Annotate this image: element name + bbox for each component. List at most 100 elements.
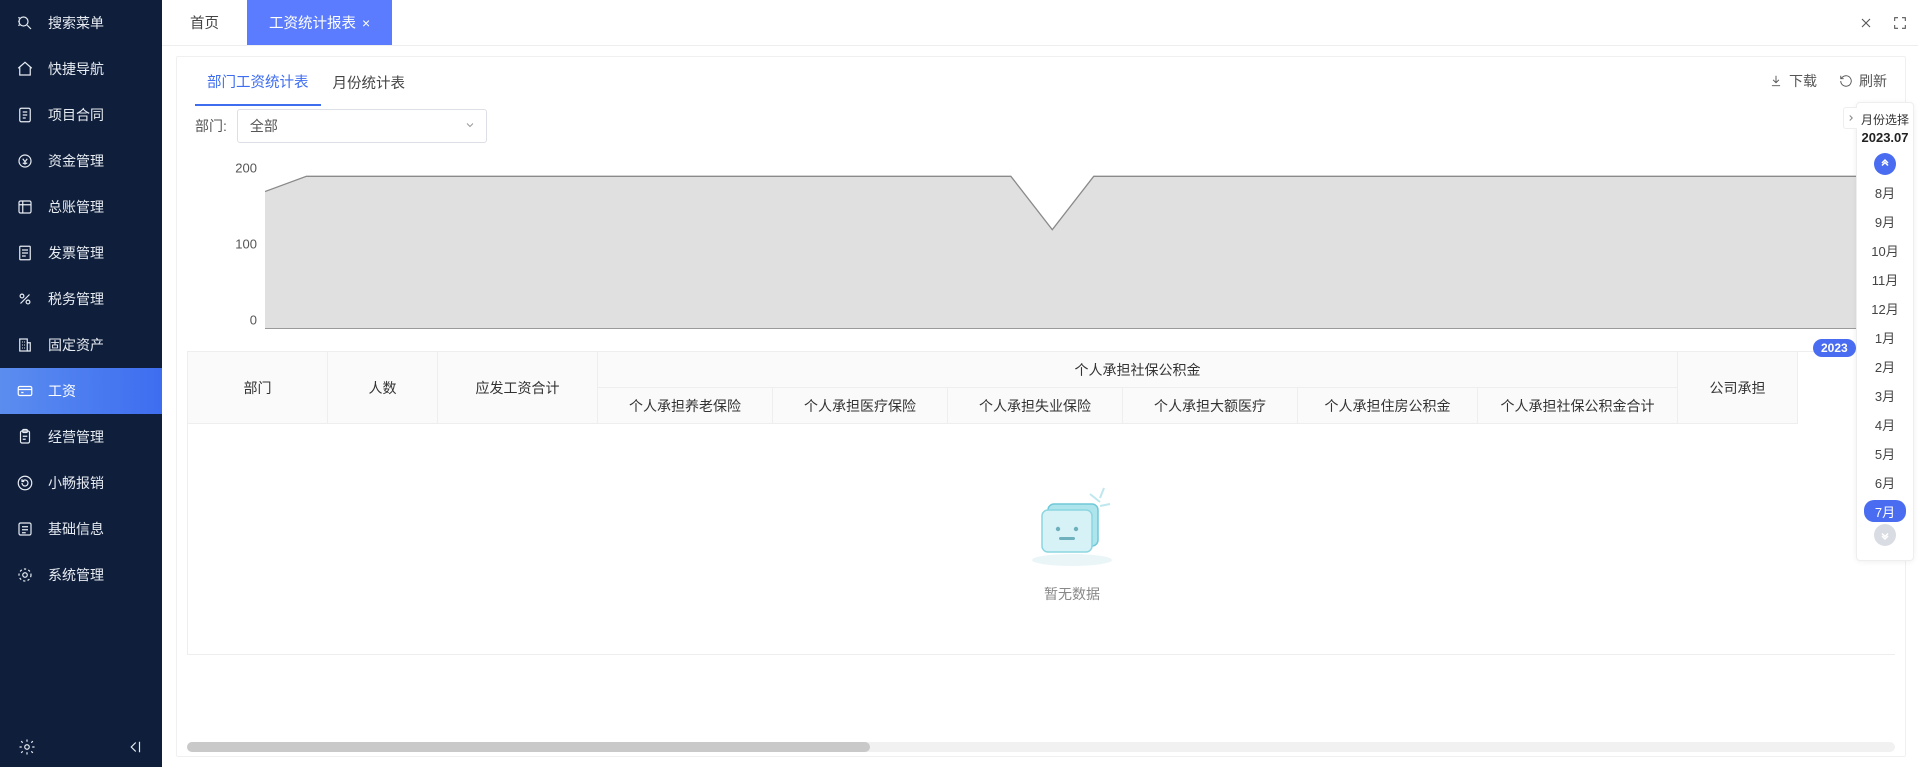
inner-tools: 下载 刷新: [1769, 71, 1887, 91]
month-option[interactable]: 9月: [1864, 210, 1906, 232]
month-panel-year-badge: 2023: [1813, 339, 1856, 357]
sidebar-item-coin[interactable]: 资金管理: [0, 138, 162, 184]
inner-tab-label: 部门工资统计表: [207, 75, 309, 91]
sidebar-item-label: 资金管理: [48, 151, 104, 171]
tab-salary-report[interactable]: 工资统计报表 ×: [247, 0, 392, 45]
table-header-cell: 部门: [188, 352, 328, 424]
month-panel-collapse[interactable]: [1843, 107, 1857, 129]
month-option[interactable]: 7月: [1864, 500, 1906, 522]
sidebar-item-label: 快捷导航: [48, 59, 104, 79]
search-icon: [16, 14, 34, 32]
month-option[interactable]: 1月: [1864, 326, 1906, 348]
table-header-cell: 个人承担住房公积金: [1298, 388, 1478, 424]
sidebar-item-label: 经营管理: [48, 427, 104, 447]
sidebar-item-receipt[interactable]: 发票管理: [0, 230, 162, 276]
table-header-cell: 人数: [328, 352, 438, 424]
content: 部门工资统计表 月份统计表 下载 刷新 部门: 全部 200 10: [162, 46, 1918, 767]
scrollbar-thumb[interactable]: [187, 742, 870, 752]
y-tick: 0: [250, 313, 257, 328]
coin-icon: [16, 152, 34, 170]
tab-home-label: 首页: [190, 12, 219, 33]
fullscreen-button[interactable]: [1886, 9, 1914, 37]
dept-select[interactable]: 全部: [237, 109, 487, 143]
month-list: 8月 9月 10月 11月 12月 1月 2月 3月 4月 5月 6月 7月: [1861, 181, 1909, 522]
chart-y-axis: 200 100 0: [195, 151, 265, 341]
table-empty-label: 暂无数据: [1044, 584, 1100, 604]
month-option[interactable]: 5月: [1864, 442, 1906, 464]
month-option[interactable]: 8月: [1864, 181, 1906, 203]
sidebar-item-search[interactable]: 搜索菜单: [0, 0, 162, 46]
refresh-label: 刷新: [1859, 71, 1887, 91]
sidebar: 搜索菜单快捷导航项目合同资金管理总账管理发票管理税务管理固定资产工资经营管理小畅…: [0, 0, 162, 767]
month-option[interactable]: 3月: [1864, 384, 1906, 406]
refresh-button[interactable]: 刷新: [1839, 71, 1887, 91]
sidebar-item-card[interactable]: 工资: [0, 368, 162, 414]
dept-select-value: 全部: [250, 116, 278, 136]
sidebar-item-label: 基础信息: [48, 519, 104, 539]
table-header-cell: 公司承担: [1678, 352, 1798, 424]
download-button[interactable]: 下载: [1769, 71, 1817, 91]
month-option[interactable]: 12月: [1864, 297, 1906, 319]
doc-icon: [16, 106, 34, 124]
percent-icon: [16, 290, 34, 308]
month-option[interactable]: 11月: [1864, 268, 1906, 290]
table-empty: 暂无数据: [188, 424, 1895, 654]
table-header-cell: 个人承担大额医疗: [1123, 388, 1298, 424]
inner-tab-month[interactable]: 月份统计表: [321, 58, 418, 105]
settings-icon[interactable]: [18, 738, 36, 756]
close-icon[interactable]: ×: [362, 15, 370, 31]
sidebar-item-label: 项目合同: [48, 105, 104, 125]
month-option[interactable]: 4月: [1864, 413, 1906, 435]
sidebar-item-ledger[interactable]: 总账管理: [0, 184, 162, 230]
sidebar-item-label: 固定资产: [48, 335, 104, 355]
table-header-cell: 个人承担养老保险: [598, 388, 773, 424]
tab-label: 工资统计报表: [269, 12, 356, 33]
y-tick: 100: [235, 237, 257, 252]
sidebar-item-percent[interactable]: 税务管理: [0, 276, 162, 322]
sidebar-footer: [0, 727, 162, 767]
sidebar-item-gear-dashed[interactable]: 系统管理: [0, 552, 162, 598]
card-icon: [16, 382, 34, 400]
tabbar-tools: [1852, 0, 1918, 45]
receipt-icon: [16, 244, 34, 262]
table-header-cell: 个人承担社保公积金合计: [1478, 388, 1678, 424]
sidebar-item-label: 工资: [48, 381, 76, 401]
close-all-tabs-button[interactable]: [1852, 9, 1880, 37]
tab-home[interactable]: 首页: [162, 0, 247, 45]
sidebar-item-list[interactable]: 基础信息: [0, 506, 162, 552]
sidebar-item-label: 小畅报销: [48, 473, 104, 493]
table-section: 部门人数应发工资合计个人承担社保公积金公司承担个人承担养老保险个人承担医疗保险个…: [177, 347, 1905, 756]
download-label: 下载: [1789, 71, 1817, 91]
month-scroll-down[interactable]: [1874, 524, 1896, 546]
sidebar-item-home[interactable]: 快捷导航: [0, 46, 162, 92]
filter-row: 部门: 全部: [177, 105, 1905, 151]
ledger-icon: [16, 198, 34, 216]
y-tick: 200: [235, 161, 257, 176]
month-option[interactable]: 6月: [1864, 471, 1906, 493]
sidebar-item-clipboard[interactable]: 经营管理: [0, 414, 162, 460]
gear-dashed-icon: [16, 566, 34, 584]
month-option[interactable]: 2月: [1864, 355, 1906, 377]
sidebar-items: 搜索菜单快捷导航项目合同资金管理总账管理发票管理税务管理固定资产工资经营管理小畅…: [0, 0, 162, 727]
tabbar: 首页 工资统计报表 ×: [162, 0, 1918, 46]
sidebar-item-label: 发票管理: [48, 243, 104, 263]
month-picker-panel: 月份选择 2023.07 8月 9月 10月 11月 12月 1月 2月 3月 4月 5月 6月 7月…: [1856, 102, 1914, 561]
horizontal-scrollbar[interactable]: [187, 742, 1895, 752]
month-panel-current: 2023.07: [1862, 130, 1909, 151]
month-panel-title: 月份选择: [1861, 109, 1909, 130]
sidebar-item-label: 搜索菜单: [48, 13, 104, 33]
list-icon: [16, 520, 34, 538]
sidebar-item-refresh-circle[interactable]: 小畅报销: [0, 460, 162, 506]
sidebar-item-doc[interactable]: 项目合同: [0, 92, 162, 138]
empty-illustration: [1012, 474, 1132, 570]
table-scroll[interactable]: 部门人数应发工资合计个人承担社保公积金公司承担个人承担养老保险个人承担医疗保险个…: [187, 351, 1895, 746]
chart-section: 200 100 0: [177, 151, 1905, 347]
month-option[interactable]: 10月: [1864, 239, 1906, 261]
inner-tabs: 部门工资统计表 月份统计表 下载 刷新: [177, 57, 1905, 105]
month-scroll-up[interactable]: [1874, 153, 1896, 175]
collapse-sidebar-icon[interactable]: [126, 738, 144, 756]
inner-tab-dept[interactable]: 部门工资统计表: [195, 57, 321, 106]
sidebar-item-building[interactable]: 固定资产: [0, 322, 162, 368]
chart: 200 100 0: [195, 151, 1887, 341]
table-header-cell: 个人承担医疗保险: [773, 388, 948, 424]
